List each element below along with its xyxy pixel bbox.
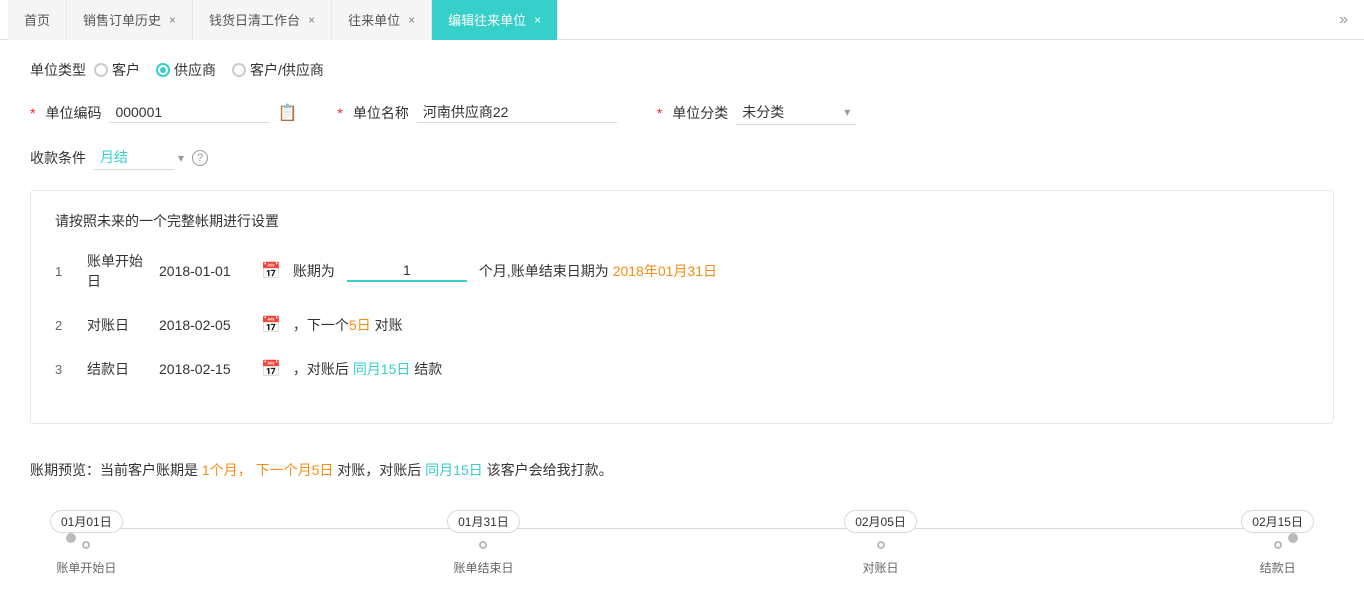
timeline-point-4: 02月15日 结款日 — [1241, 510, 1314, 576]
unit-category-star: * — [657, 105, 662, 121]
tab-edit-partner[interactable]: 编辑往来单位 × — [432, 0, 558, 40]
radio-customer[interactable]: 客户 — [94, 60, 140, 80]
period-title: 请按照未来的一个完整帐期进行设置 — [55, 211, 1309, 231]
timeline-label-1: 账单开始日 — [56, 559, 116, 576]
period-field-label-3: 结款日 — [87, 359, 147, 379]
timeline-label-4: 结款日 — [1260, 559, 1296, 576]
period-date-2: 2018-02-05 — [159, 317, 249, 333]
period-date-3: 2018-02-15 — [159, 361, 249, 377]
tab-close-sales-order-history[interactable]: × — [169, 13, 176, 27]
timeline-badge-3: 02月05日 — [844, 510, 917, 533]
tab-close-cash-work[interactable]: × — [308, 13, 315, 27]
period-calendar-3[interactable]: 📅 — [261, 359, 281, 379]
radio-supplier[interactable]: 供应商 — [156, 60, 216, 80]
period-desc-prefix-1: 账期为 — [293, 261, 335, 281]
period-reconcile-highlight: 5日 — [349, 317, 371, 333]
unit-code-label: 单位编码 — [45, 103, 101, 123]
unit-code-star: * — [30, 105, 35, 121]
timeline-dot-2 — [479, 541, 487, 549]
payment-help-icon[interactable]: ? — [192, 150, 208, 166]
unit-info-row: * 单位编码 📋 * 单位名称 * 单位分类 未分类 ▾ — [30, 100, 1334, 125]
timeline-dot-1 — [82, 541, 90, 549]
tab-cash-work[interactable]: 钱货日清工作台 × — [193, 0, 332, 40]
period-payment-highlight: 同月15日 — [353, 361, 411, 377]
period-settings-box: 请按照未来的一个完整帐期进行设置 1 账单开始日 2018-01-01 📅 账期… — [30, 190, 1334, 424]
unit-type-radio-group: 客户 供应商 客户/供应商 — [94, 60, 324, 80]
period-desc-suffix-1: 个月,账单结束日期为 2018年01月31日 — [479, 261, 717, 281]
timeline-badge-4: 02月15日 — [1241, 510, 1314, 533]
timeline-dot-3 — [877, 541, 885, 549]
tab-home[interactable]: 首页 — [8, 0, 67, 40]
unit-category-value: 未分类 — [742, 102, 840, 122]
timeline-points-row: 01月01日 账单开始日 01月31日 账单结束日 02月05日 对账日 — [50, 510, 1314, 576]
timeline-badge-1: 01月01日 — [50, 510, 123, 533]
timeline-label-2: 账单结束日 — [453, 559, 513, 576]
period-date-1: 2018-01-01 — [159, 263, 249, 279]
unit-type-row: 单位类型 客户 供应商 客户/供应商 — [30, 60, 1334, 80]
period-num-3: 3 — [55, 362, 75, 377]
period-calendar-1[interactable]: 📅 — [261, 261, 281, 281]
period-row-3: 3 结款日 2018-02-15 📅 ，对账后 同月15日 结款 — [55, 359, 1309, 379]
unit-code-field: * 单位编码 📋 — [30, 102, 297, 123]
radio-label-customer: 客户 — [112, 60, 140, 80]
radio-both[interactable]: 客户/供应商 — [232, 60, 324, 80]
period-row-2: 2 对账日 2018-02-05 📅 ，下一个5日 对账 — [55, 315, 1309, 335]
period-end-date: 2018年01月31日 — [613, 263, 717, 279]
unit-code-copy-icon[interactable]: 📋 — [277, 103, 297, 123]
radio-circle-both — [232, 63, 246, 77]
period-desc-2: ，下一个5日 对账 — [293, 315, 403, 335]
radio-circle-supplier — [156, 63, 170, 77]
unit-name-star: * — [337, 105, 342, 121]
radio-label-supplier: 供应商 — [174, 60, 216, 80]
payment-chevron: ▾ — [178, 151, 184, 165]
preview-text: 账期预览：当前客户账期是 1个月， 下一个月5日 对账，对账后 同月15日 该客… — [30, 460, 1334, 480]
payment-row: 收款条件 月结 ▾ ? — [30, 145, 1334, 170]
preview-payment-date: 同月15日 — [425, 462, 483, 478]
unit-name-label: 单位名称 — [353, 103, 409, 123]
unit-type-label: 单位类型 — [30, 60, 86, 80]
payment-field: 收款条件 月结 ▾ ? — [30, 145, 208, 170]
timeline-dot-4 — [1274, 541, 1282, 549]
period-num-2: 2 — [55, 318, 75, 333]
preview-reconcile-date: 下一个月5日 — [256, 462, 334, 478]
period-months-input[interactable] — [347, 260, 467, 282]
radio-circle-customer — [94, 63, 108, 77]
payment-value: 月结 — [94, 145, 174, 170]
timeline-container: 01月01日 账单开始日 01月31日 账单结束日 02月05日 对账日 — [30, 500, 1334, 586]
tabs-bar: 首页 销售订单历史 × 钱货日清工作台 × 往来单位 × 编辑往来单位 × » — [0, 0, 1364, 40]
unit-category-chevron: ▾ — [844, 105, 850, 119]
unit-category-dropdown[interactable]: 未分类 ▾ — [736, 100, 856, 125]
period-row-1: 1 账单开始日 2018-01-01 📅 账期为 个月,账单结束日期为 2018… — [55, 251, 1309, 291]
tab-close-edit-partner[interactable]: × — [534, 13, 541, 27]
timeline-label-3: 对账日 — [863, 559, 899, 576]
timeline-point-2: 01月31日 账单结束日 — [447, 510, 520, 576]
unit-type-field: 单位类型 客户 供应商 客户/供应商 — [30, 60, 324, 80]
preview-section: 账期预览：当前客户账期是 1个月， 下一个月5日 对账，对账后 同月15日 该客… — [30, 444, 1334, 602]
payment-label: 收款条件 — [30, 148, 86, 168]
timeline-point-1: 01月01日 账单开始日 — [50, 510, 123, 576]
timeline-badge-2: 01月31日 — [447, 510, 520, 533]
timeline-point-3: 02月05日 对账日 — [844, 510, 917, 576]
tab-expand-icon[interactable]: » — [1331, 11, 1356, 29]
unit-name-input[interactable] — [417, 102, 617, 123]
unit-name-field: * 单位名称 — [337, 102, 616, 123]
period-num-1: 1 — [55, 264, 75, 279]
timeline-end-dot — [1288, 533, 1298, 543]
period-calendar-2[interactable]: 📅 — [261, 315, 281, 335]
radio-label-both: 客户/供应商 — [250, 60, 324, 80]
timeline-start-dot — [66, 533, 76, 543]
preview-months: 1个月， — [202, 462, 252, 478]
period-field-label-1: 账单开始日 — [87, 251, 147, 291]
period-desc-3: ，对账后 同月15日 结款 — [293, 359, 442, 379]
period-field-label-2: 对账日 — [87, 315, 147, 335]
unit-category-field: * 单位分类 未分类 ▾ — [657, 100, 856, 125]
tab-partner-units[interactable]: 往来单位 × — [332, 0, 432, 40]
payment-select[interactable]: 月结 ▾ — [94, 145, 184, 170]
tab-close-partner-units[interactable]: × — [408, 13, 415, 27]
page-content: 单位类型 客户 供应商 客户/供应商 * 单位编码 — [0, 40, 1364, 608]
unit-code-input[interactable] — [109, 102, 269, 123]
tab-sales-order-history[interactable]: 销售订单历史 × — [67, 0, 193, 40]
unit-category-label: 单位分类 — [672, 103, 728, 123]
timeline-items: 01月01日 账单开始日 01月31日 账单结束日 02月05日 对账日 — [50, 510, 1314, 576]
